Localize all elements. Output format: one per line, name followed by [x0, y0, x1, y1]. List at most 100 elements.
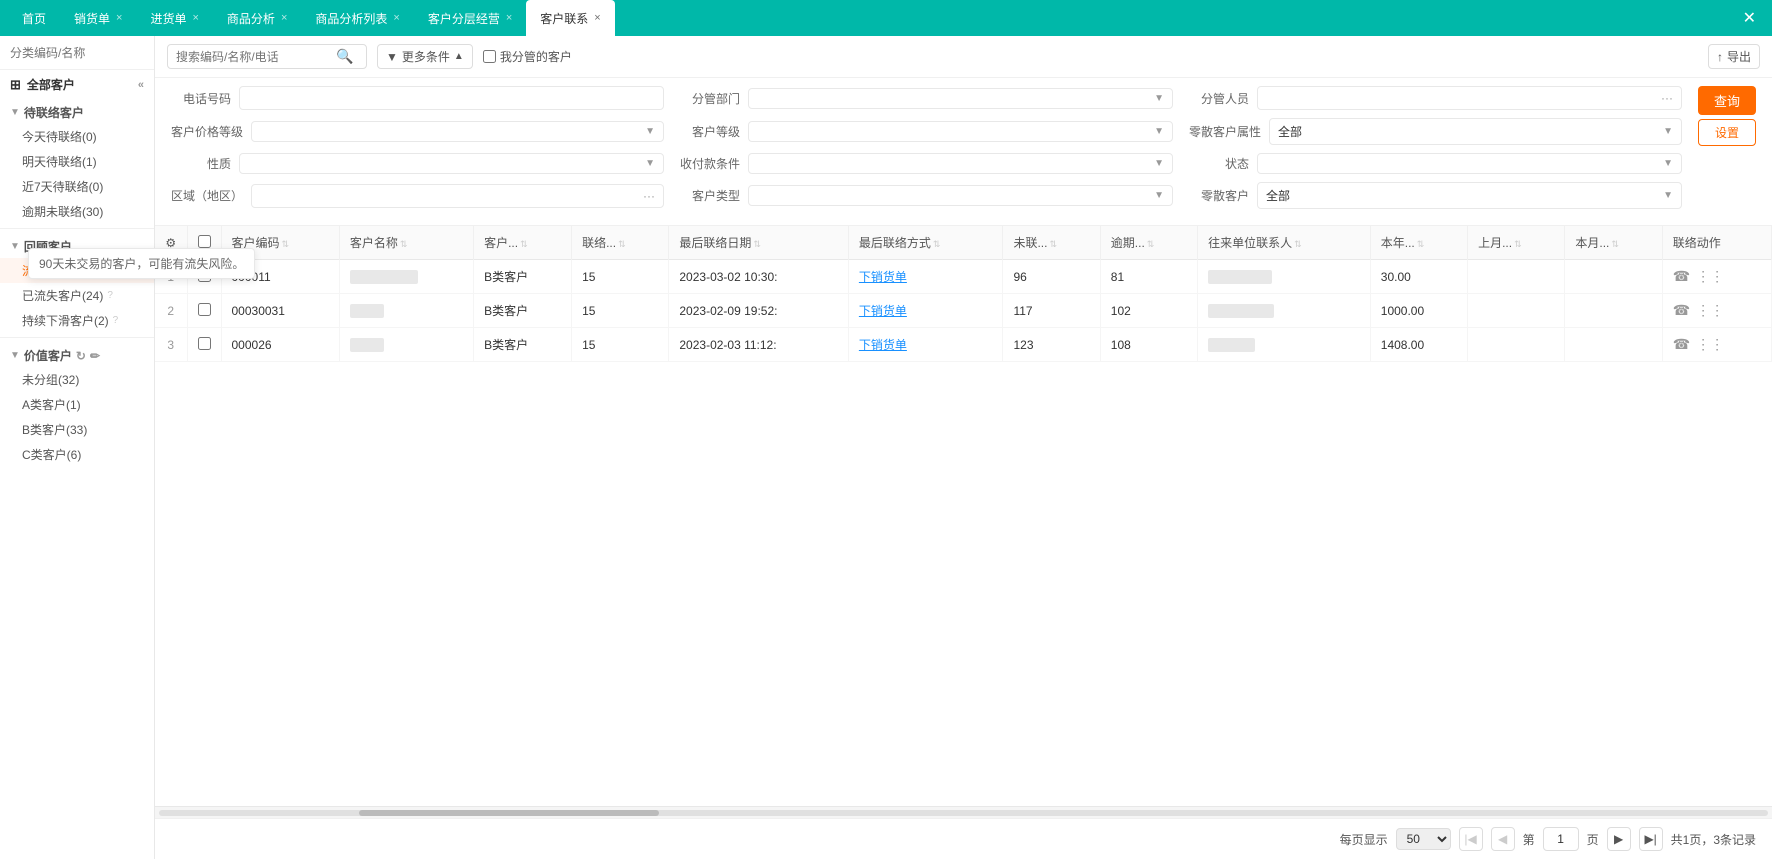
filter-bar: 🔍 ▼ 更多条件 ▲ 我分管的客户 ↑ 导出 [155, 36, 1772, 78]
tab-product-list-close[interactable]: × [393, 12, 399, 24]
filter-dept-select[interactable]: ▼ [748, 88, 1173, 109]
row-thisyear-0: 30.00 [1370, 260, 1467, 294]
row-select-checkbox-1[interactable] [198, 303, 211, 316]
tab-customer-segment-close[interactable]: × [506, 12, 512, 24]
row-contact-0: 15 [572, 260, 669, 294]
page-size-select[interactable]: 50 100 200 [1396, 828, 1451, 850]
filter-field-customer-type: 客户类型 ▼ [680, 185, 1173, 206]
filter-field-manager: 分管人员 ··· [1189, 86, 1682, 110]
sort-icon-contact: ⇅ [618, 239, 626, 249]
row-checkbox-1[interactable] [187, 294, 221, 328]
query-button[interactable]: 查询 [1698, 86, 1756, 115]
sidebar-item-class-b[interactable]: B类客户(33) [0, 417, 154, 442]
filter-search-input[interactable] [176, 50, 336, 64]
tab-customer-contact[interactable]: 客户联系 × [526, 0, 614, 36]
sidebar-item-churned[interactable]: 已流失客户(24) ? [0, 283, 154, 308]
row-checkbox-2[interactable] [187, 328, 221, 362]
first-page-button[interactable]: |◀ [1459, 827, 1483, 851]
row-method-0[interactable]: 下销货单 [848, 260, 1003, 294]
action-contact-icon-2[interactable]: ☎ [1673, 336, 1690, 353]
settings-button[interactable]: 设置 [1698, 119, 1756, 146]
my-customers-checkbox[interactable] [483, 50, 496, 63]
edit-icon[interactable]: ✏ [90, 349, 100, 363]
all-customers-label: 全部客户 [27, 76, 75, 93]
last-page-button[interactable]: ▶| [1639, 827, 1663, 851]
tab-product-analysis-close[interactable]: × [281, 12, 287, 24]
tab-product-analysis[interactable]: 商品分析 × [213, 0, 301, 36]
top-tab-bar: 首页 销货单 × 进货单 × 商品分析 × 商品分析列表 × 客户分层经营 × … [0, 0, 1772, 36]
dots-icon-region[interactable]: ··· [643, 189, 655, 203]
row-action-icons-0: ☎ ⋮⋮ [1673, 268, 1761, 285]
row-method-1[interactable]: 下销货单 [848, 294, 1003, 328]
filter-customer-type-select[interactable]: ▼ [748, 185, 1173, 206]
action-more-icon-0[interactable]: ⋮⋮ [1696, 268, 1724, 285]
action-more-icon-1[interactable]: ⋮⋮ [1696, 302, 1724, 319]
tab-sales[interactable]: 销货单 × [60, 0, 136, 36]
sidebar-item-tomorrow-pending[interactable]: 明天待联络(1) [0, 149, 154, 174]
sidebar-group-value[interactable]: ▼ 价值客户 ↻ ✏ [0, 342, 154, 367]
action-more-icon-2[interactable]: ⋮⋮ [1696, 336, 1724, 353]
filter-customer-type-label: 客户类型 [680, 187, 740, 204]
row-type-2: B类客户 [474, 328, 572, 362]
action-contact-icon-0[interactable]: ☎ [1673, 268, 1690, 285]
tab-customer-segment[interactable]: 客户分层经营 × [414, 0, 526, 36]
row-nocontact-1: 117 [1003, 294, 1100, 328]
sidebar-search-input[interactable] [10, 46, 155, 60]
filter-status-select[interactable]: ▼ [1257, 153, 1682, 174]
sidebar-item-today-pending[interactable]: 今天待联络(0) [0, 124, 154, 149]
export-label: 导出 [1727, 48, 1751, 65]
select-all-checkbox[interactable] [198, 235, 211, 248]
horizontal-scrollbar[interactable] [155, 806, 1772, 818]
tab-customer-contact-close[interactable]: × [594, 12, 600, 24]
filter-region-select[interactable]: ··· [251, 184, 664, 208]
filter-retail-customer-select[interactable]: 全部 ▼ [1257, 182, 1682, 209]
col-type: 客户...⇅ [474, 226, 572, 260]
sidebar-item-ungroup[interactable]: 未分组(32) [0, 367, 154, 392]
sort-icon-type: ⇅ [520, 239, 528, 249]
my-customers-checkbox-container[interactable]: 我分管的客户 [483, 48, 572, 65]
page-number-input[interactable] [1543, 827, 1579, 851]
filter-search-box: 🔍 [167, 44, 367, 69]
filter-nature-select[interactable]: ▼ [239, 153, 664, 174]
action-contact-icon-1[interactable]: ☎ [1673, 302, 1690, 319]
sidebar-item-class-c[interactable]: C类客户(6) [0, 442, 154, 467]
more-filters-button[interactable]: ▼ 更多条件 ▲ [377, 44, 473, 69]
row-method-link-2[interactable]: 下销货单 [859, 338, 907, 352]
sidebar-group-value-label: 价值客户 [24, 347, 72, 364]
sidebar-item-overdue-pending[interactable]: 逾期未联络(30) [0, 199, 154, 224]
tab-sales-close[interactable]: × [116, 12, 122, 24]
filter-price-level-select[interactable]: ▼ [251, 121, 664, 142]
table-header-row: ⚙ 客户编码⇅ 客户名称⇅ 客户...⇅ 联络...⇅ 最后联络日期⇅ 最后联络… [155, 226, 1772, 260]
dots-icon-manager[interactable]: ··· [1661, 91, 1673, 105]
filter-customer-level-select[interactable]: ▼ [748, 121, 1173, 142]
sidebar-all-customers[interactable]: ⊞ 全部客户 « [0, 70, 154, 99]
filter-retail-attr-select[interactable]: 全部 ▼ [1269, 118, 1682, 145]
col-this-month: 本月...⇅ [1565, 226, 1662, 260]
scrollbar-thumb[interactable] [359, 810, 659, 816]
row-method-link-0[interactable]: 下销货单 [859, 270, 907, 284]
sidebar-item-declining[interactable]: 持续下滑客户(2) ? [0, 308, 154, 333]
filter-phone-input[interactable] [239, 86, 664, 110]
sidebar-collapse-icon[interactable]: « [138, 79, 144, 91]
filter-manager-select[interactable]: ··· [1257, 86, 1682, 110]
export-button[interactable]: ↑ 导出 [1708, 44, 1760, 69]
row-code-1: 00030031 [221, 294, 339, 328]
row-method-2[interactable]: 下销货单 [848, 328, 1003, 362]
chevron-down-icon-retail2: ▼ [1663, 190, 1673, 201]
window-close-button[interactable]: ✕ [1735, 8, 1764, 28]
sidebar: 🔍 ⊞ 全部客户 « ▼ 待联络客户 今天待联络(0) 明天待联络(1) 近7天… [0, 36, 155, 859]
sidebar-item-class-a[interactable]: A类客户(1) [0, 392, 154, 417]
next-page-button[interactable]: ▶ [1607, 827, 1631, 851]
prev-page-button[interactable]: ◀ [1491, 827, 1515, 851]
refresh-icon[interactable]: ↻ [76, 349, 86, 363]
tab-home[interactable]: 首页 [8, 0, 60, 36]
tab-product-list[interactable]: 商品分析列表 × [301, 0, 413, 36]
filter-payment-select[interactable]: ▼ [748, 153, 1173, 174]
filter-customer-level-label: 客户等级 [680, 123, 740, 140]
row-method-link-1[interactable]: 下销货单 [859, 304, 907, 318]
sidebar-item-7days-pending[interactable]: 近7天待联络(0) [0, 174, 154, 199]
row-select-checkbox-2[interactable] [198, 337, 211, 350]
sidebar-group-pending[interactable]: ▼ 待联络客户 [0, 99, 154, 124]
tab-purchase-close[interactable]: × [192, 12, 198, 24]
tab-purchase[interactable]: 进货单 × [136, 0, 212, 36]
